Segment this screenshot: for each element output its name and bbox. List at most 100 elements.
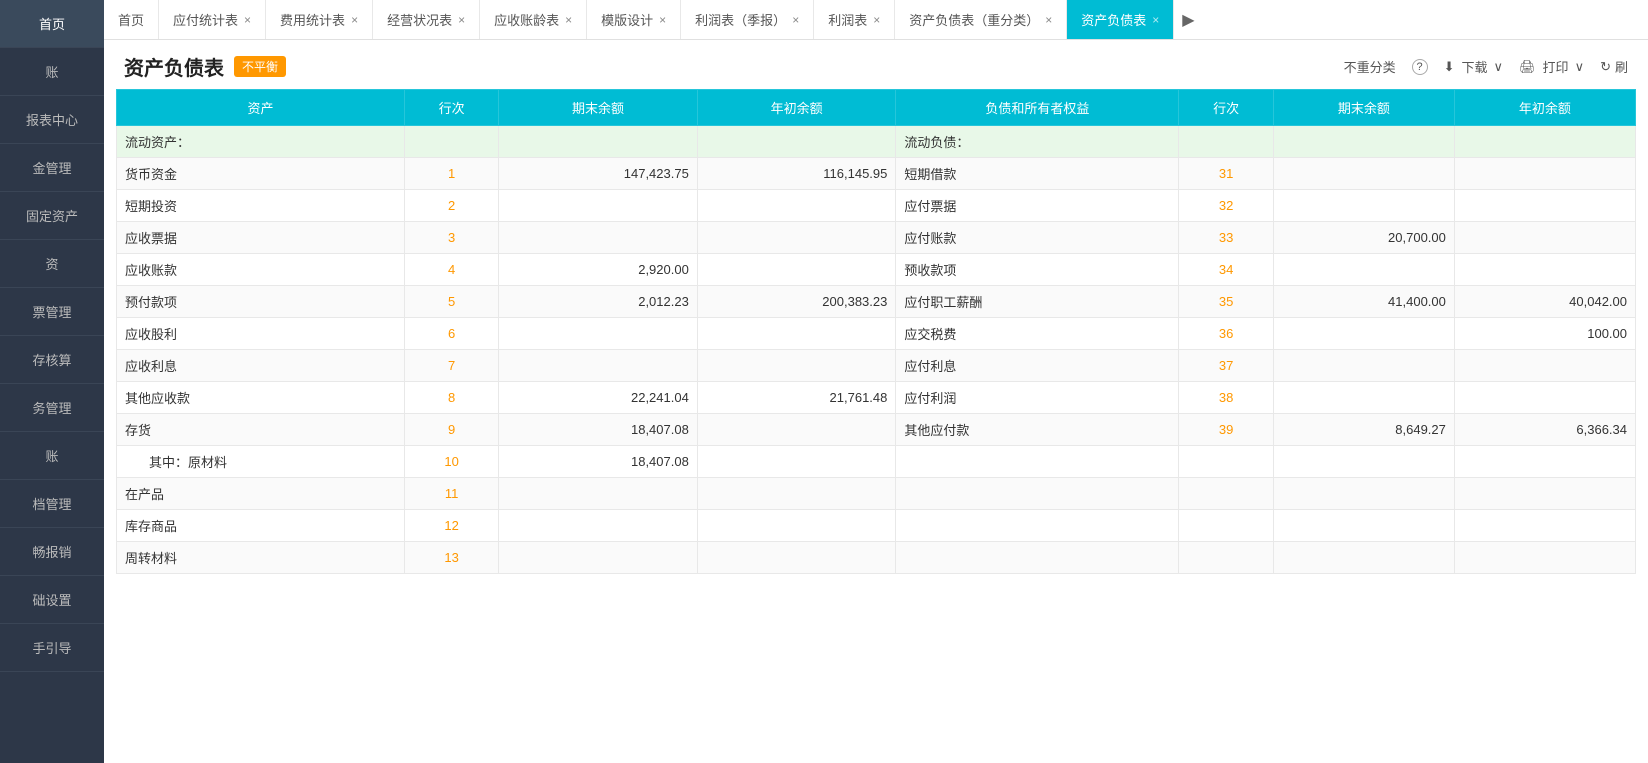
table-cell: 33: [1179, 222, 1273, 254]
table-cell: [499, 542, 698, 574]
sidebar-item[interactable]: 账: [0, 432, 104, 480]
table-row: 货币资金1147,423.75116,145.95短期借款31: [117, 158, 1636, 190]
table-cell: [697, 254, 896, 286]
tab-close-icon[interactable]: ×: [458, 13, 465, 27]
table-cell: [697, 414, 896, 446]
no-reclassify-btn[interactable]: 不重分类: [1344, 57, 1396, 76]
table-cell: [896, 478, 1179, 510]
sidebar-item[interactable]: 务管理: [0, 384, 104, 432]
table-cell: [1273, 350, 1454, 382]
table-cell: 货币资金: [117, 158, 405, 190]
table-cell: 31: [1179, 158, 1273, 190]
sidebar-item[interactable]: 账: [0, 48, 104, 96]
tab-close-icon[interactable]: ×: [1152, 13, 1159, 27]
table-cell: 1: [404, 158, 498, 190]
sidebar-item[interactable]: 畅报销: [0, 528, 104, 576]
table-cell: [697, 478, 896, 510]
table-cell: 36: [1179, 318, 1273, 350]
tab-close-icon[interactable]: ×: [244, 13, 251, 27]
tab[interactable]: 资产负债表（重分类）×: [895, 0, 1067, 40]
table-cell: 其他应收款: [117, 382, 405, 414]
table-cell: 应交税费: [896, 318, 1179, 350]
tab[interactable]: 利润表×: [814, 0, 895, 40]
table-cell: [1273, 510, 1454, 542]
sidebar-item[interactable]: 档管理: [0, 480, 104, 528]
sidebar-item[interactable]: 资: [0, 240, 104, 288]
table-cell: [1454, 158, 1635, 190]
table-row: 应收股利6应交税费36100.00: [117, 318, 1636, 350]
table-cell: 100.00: [1454, 318, 1635, 350]
table-column-header: 年初余额: [697, 90, 896, 126]
section-label: [1273, 126, 1454, 158]
tab-close-icon[interactable]: ×: [351, 13, 358, 27]
section-label: [1454, 126, 1635, 158]
sidebar-item[interactable]: 金管理: [0, 144, 104, 192]
table-cell: 37: [1179, 350, 1273, 382]
table-cell: 其中：原材料: [117, 446, 405, 478]
table-cell: [1454, 542, 1635, 574]
table-cell: 应收票据: [117, 222, 405, 254]
table-cell: [1179, 510, 1273, 542]
tab[interactable]: 费用统计表×: [266, 0, 373, 40]
tab-close-icon[interactable]: ×: [792, 13, 799, 27]
sidebar-item[interactable]: 础设置: [0, 576, 104, 624]
table-row: 库存商品12: [117, 510, 1636, 542]
table-cell: 2: [404, 190, 498, 222]
tab[interactable]: 模版设计×: [587, 0, 681, 40]
table-cell: [1179, 446, 1273, 478]
table-cell: 13: [404, 542, 498, 574]
table-cell: 短期借款: [896, 158, 1179, 190]
table-cell: [499, 478, 698, 510]
tab-close-icon[interactable]: ×: [565, 13, 572, 27]
table-cell: 11: [404, 478, 498, 510]
balance-sheet-table: 资产行次期末余额年初余额负债和所有者权益行次期末余额年初余额 流动资产：流动负债…: [116, 89, 1636, 574]
table-cell: 应付账款: [896, 222, 1179, 254]
table-cell: 21,761.48: [697, 382, 896, 414]
table-cell: [1273, 190, 1454, 222]
table-cell: 应付票据: [896, 190, 1179, 222]
help-btn[interactable]: ?: [1412, 59, 1428, 75]
tab[interactable]: 资产负债表×: [1067, 0, 1174, 40]
table-cell: 6: [404, 318, 498, 350]
table-column-header: 资产: [117, 90, 405, 126]
sidebar-item[interactable]: 手引导: [0, 624, 104, 672]
table-cell: 8,649.27: [1273, 414, 1454, 446]
table-cell: 短期投资: [117, 190, 405, 222]
table-cell: 8: [404, 382, 498, 414]
table-cell: 35: [1179, 286, 1273, 318]
tab[interactable]: 首页: [104, 0, 159, 40]
table-cell: [1273, 478, 1454, 510]
tab-scroll-right[interactable]: ▶: [1174, 0, 1202, 40]
download-btn[interactable]: ⬇ 下载 ∨: [1444, 57, 1503, 76]
refresh-btn[interactable]: ↻ 刷: [1600, 57, 1628, 76]
sidebar-item[interactable]: 票管理: [0, 288, 104, 336]
table-cell: 应付利息: [896, 350, 1179, 382]
table-cell: [1454, 222, 1635, 254]
page-title: 资产负债表: [124, 52, 224, 81]
sidebar-item[interactable]: 固定资产: [0, 192, 104, 240]
table-container: 资产行次期末余额年初余额负债和所有者权益行次期末余额年初余额 流动资产：流动负债…: [104, 89, 1648, 586]
section-label: 流动资产：: [117, 126, 405, 158]
tab-close-icon[interactable]: ×: [659, 13, 666, 27]
table-cell: 40,042.00: [1454, 286, 1635, 318]
table-cell: 6,366.34: [1454, 414, 1635, 446]
table-row: 其中：原材料1018,407.08: [117, 446, 1636, 478]
tab-close-icon[interactable]: ×: [1045, 13, 1052, 27]
table-cell: [697, 446, 896, 478]
table-cell: 7: [404, 350, 498, 382]
tab-close-icon[interactable]: ×: [873, 13, 880, 27]
sidebar-item[interactable]: 首页: [0, 0, 104, 48]
table-cell: 38: [1179, 382, 1273, 414]
sidebar-item[interactable]: 报表中心: [0, 96, 104, 144]
table-cell: 库存商品: [117, 510, 405, 542]
tab[interactable]: 应收账龄表×: [480, 0, 587, 40]
sidebar-item[interactable]: 存核算: [0, 336, 104, 384]
table-cell: [896, 542, 1179, 574]
table-cell: 9: [404, 414, 498, 446]
table-cell: 应付职工薪酬: [896, 286, 1179, 318]
tab[interactable]: 应付统计表×: [159, 0, 266, 40]
tab[interactable]: 经营状况表×: [373, 0, 480, 40]
tab[interactable]: 利润表（季报）×: [681, 0, 814, 40]
section-label: [499, 126, 698, 158]
print-btn[interactable]: 🖨 打印 ∨: [1519, 57, 1584, 76]
